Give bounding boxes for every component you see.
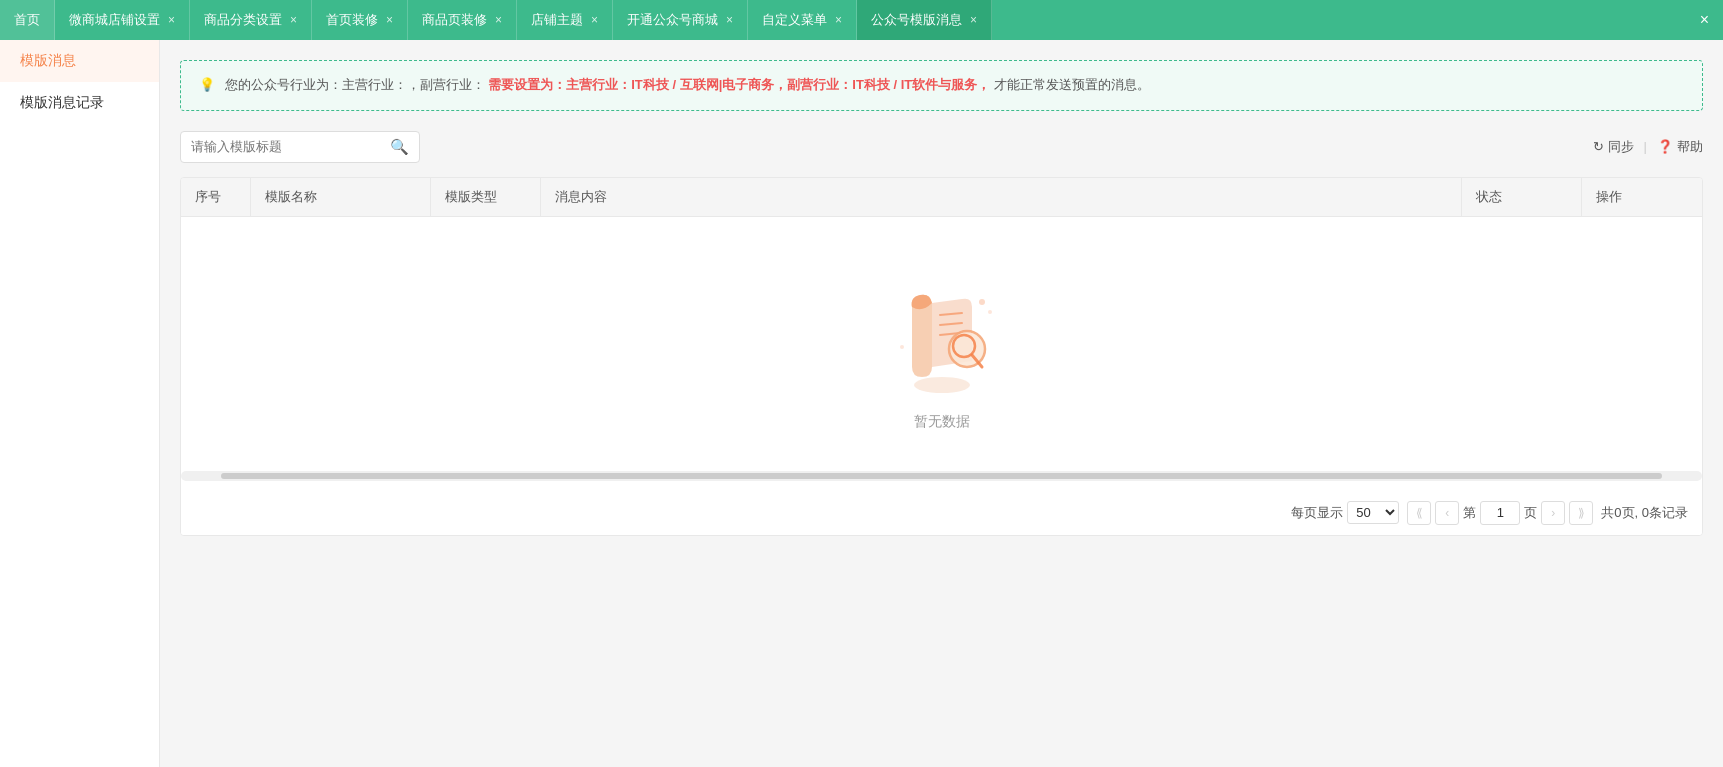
sync-icon: ↻ (1593, 139, 1604, 154)
notice-suffix: 才能正常发送预置的消息。 (994, 77, 1150, 92)
toolbar-divider: | (1644, 139, 1647, 154)
search-wrap: 🔍 (180, 131, 420, 163)
nav-tab-5-label: 店铺主题 (531, 11, 583, 29)
pager-first-button[interactable]: ⟪ (1407, 501, 1431, 525)
notice-box: 💡 您的公众号行业为：主营行业：，副营行业： 需要设置为：主营行业：IT科技 /… (180, 60, 1703, 111)
sidebar-item-template-message-log-label: 模版消息记录 (20, 94, 104, 110)
svg-point-8 (988, 310, 992, 314)
nav-tab-8-label: 公众号模版消息 (871, 11, 962, 29)
layout: 模版消息 模版消息记录 💡 您的公众号行业为：主营行业：，副营行业： 需要设置为… (0, 40, 1723, 767)
sync-label: 同步 (1608, 138, 1634, 156)
help-label: 帮助 (1677, 138, 1703, 156)
nav-tab-4-label: 商品页装修 (422, 11, 487, 29)
nav-tab-home[interactable]: 首页 (0, 0, 55, 40)
nav-tab-3-label: 首页装修 (326, 11, 378, 29)
toolbar-right: ↻ 同步 | ❓ 帮助 (1593, 138, 1703, 156)
th-status: 状态 (1462, 178, 1582, 216)
pager: ⟪ ‹ 第 页 › ⟫ (1407, 501, 1593, 525)
sidebar-item-template-message-label: 模版消息 (20, 52, 76, 68)
notice-icon: 💡 (199, 77, 215, 92)
notice-highlight: 需要设置为：主营行业：IT科技 / 互联网|电子商务，副营行业：IT科技 / I… (488, 77, 990, 92)
svg-point-7 (979, 299, 985, 305)
close-all-button[interactable]: × (1686, 11, 1723, 29)
pager-next-button[interactable]: › (1541, 501, 1565, 525)
table-wrap: 序号 模版名称 模版类型 消息内容 状态 操作 (180, 177, 1703, 536)
pager-prev-button[interactable]: ‹ (1435, 501, 1459, 525)
page-input[interactable] (1480, 501, 1520, 525)
th-content: 消息内容 (541, 178, 1462, 216)
svg-point-9 (900, 345, 904, 349)
nav-tab-6-label: 开通公众号商城 (627, 11, 718, 29)
th-action: 操作 (1582, 178, 1702, 216)
per-page-select: 每页显示 50 10 20 100 (1291, 501, 1399, 524)
pagination: 每页显示 50 10 20 100 ⟪ ‹ 第 页 › ⟫ (181, 491, 1702, 535)
scrollbar[interactable] (181, 471, 1702, 481)
empty-icon (882, 277, 1002, 397)
th-type: 模版类型 (431, 178, 541, 216)
nav-tab-7-close[interactable]: × (835, 13, 842, 27)
help-button[interactable]: ❓ 帮助 (1657, 138, 1703, 156)
search-button[interactable]: 🔍 (380, 138, 419, 156)
empty-state: 暂无数据 (181, 217, 1702, 471)
help-icon: ❓ (1657, 139, 1673, 154)
nav-tab-2[interactable]: 商品分类设置 × (190, 0, 312, 40)
nav-tab-3[interactable]: 首页装修 × (312, 0, 408, 40)
notice-prefix: 您的公众号行业为：主营行业：，副营行业： (225, 77, 485, 92)
per-page-label: 每页显示 (1291, 504, 1343, 522)
th-name: 模版名称 (251, 178, 431, 216)
page-suffix: 页 (1524, 504, 1537, 522)
sidebar: 模版消息 模版消息记录 (0, 40, 160, 767)
nav-tab-7[interactable]: 自定义菜单 × (748, 0, 857, 40)
nav-tab-2-label: 商品分类设置 (204, 11, 282, 29)
nav-tab-3-close[interactable]: × (386, 13, 393, 27)
nav-tab-2-close[interactable]: × (290, 13, 297, 27)
pager-last-button[interactable]: ⟫ (1569, 501, 1593, 525)
total-info: 共0页, 0条记录 (1601, 504, 1688, 522)
sync-button[interactable]: ↻ 同步 (1593, 138, 1634, 156)
nav-tab-4-close[interactable]: × (495, 13, 502, 27)
top-nav: 首页 微商城店铺设置 × 商品分类设置 × 首页装修 × 商品页装修 × 店铺主… (0, 0, 1723, 40)
scrollbar-thumb (221, 473, 1662, 479)
nav-tab-5[interactable]: 店铺主题 × (517, 0, 613, 40)
nav-tab-4[interactable]: 商品页装修 × (408, 0, 517, 40)
nav-tab-6[interactable]: 开通公众号商城 × (613, 0, 748, 40)
nav-tab-7-label: 自定义菜单 (762, 11, 827, 29)
nav-tab-6-close[interactable]: × (726, 13, 733, 27)
nav-tab-1-label: 微商城店铺设置 (69, 11, 160, 29)
nav-tab-1[interactable]: 微商城店铺设置 × (55, 0, 190, 40)
per-page-dropdown[interactable]: 50 10 20 100 (1347, 501, 1399, 524)
sidebar-item-template-message[interactable]: 模版消息 (0, 40, 159, 82)
sidebar-item-template-message-log[interactable]: 模版消息记录 (0, 82, 159, 124)
table-header: 序号 模版名称 模版类型 消息内容 状态 操作 (181, 178, 1702, 217)
svg-point-0 (914, 377, 970, 393)
nav-tab-5-close[interactable]: × (591, 13, 598, 27)
main-content: 💡 您的公众号行业为：主营行业：，副营行业： 需要设置为：主营行业：IT科技 /… (160, 40, 1723, 767)
nav-tab-home-label: 首页 (14, 11, 40, 29)
nav-tab-8-close[interactable]: × (970, 13, 977, 27)
search-input[interactable] (181, 139, 380, 154)
nav-tab-8[interactable]: 公众号模版消息 × (857, 0, 992, 40)
nav-tab-1-close[interactable]: × (168, 13, 175, 27)
toolbar: 🔍 ↻ 同步 | ❓ 帮助 (180, 131, 1703, 163)
th-index: 序号 (181, 178, 251, 216)
page-label: 第 (1463, 504, 1476, 522)
empty-text: 暂无数据 (914, 413, 970, 431)
